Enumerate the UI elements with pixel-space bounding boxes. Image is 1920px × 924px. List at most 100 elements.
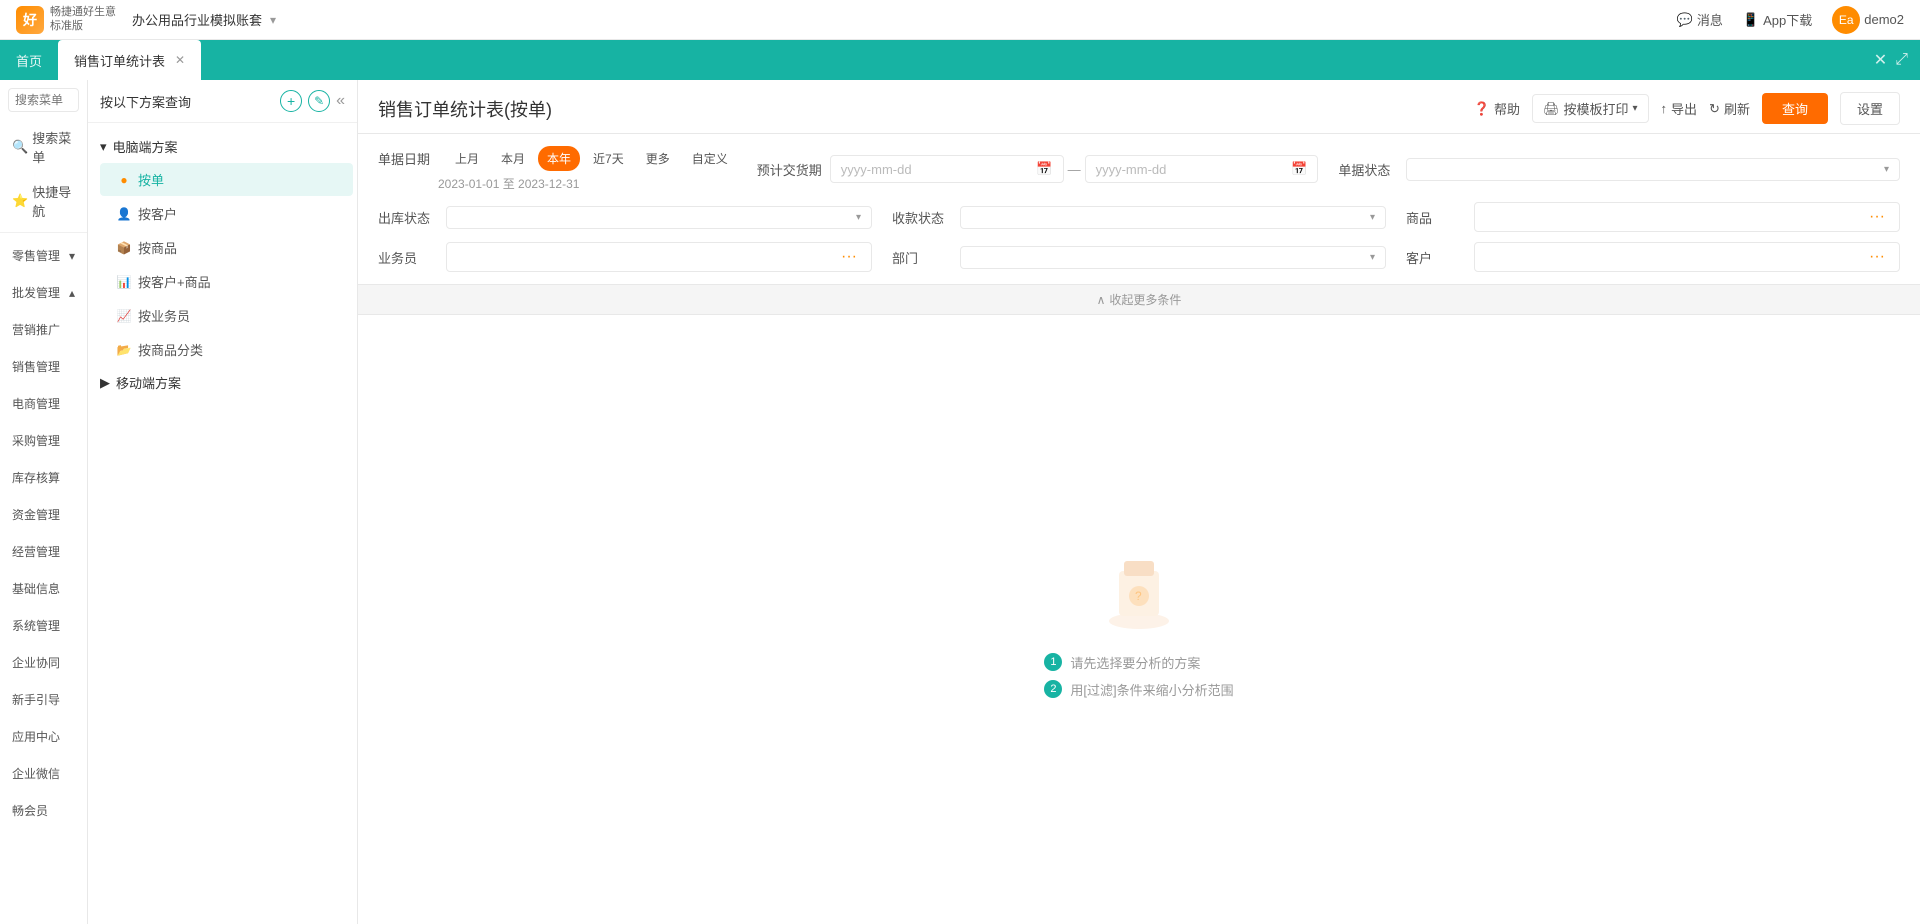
filter-status-item: 单据状态 ▾ [1338, 158, 1900, 181]
empty-hint-1: 1 请先选择要分析的方案 [1044, 653, 1233, 672]
scheme-item-by-salesman[interactable]: 📈 按业务员 [100, 299, 353, 332]
date-tab-custom[interactable]: 自定义 [683, 146, 737, 171]
scheme-section-desktop-header[interactable]: ▾ 电脑端方案 [88, 131, 357, 162]
filter-payment-status-item: 收款状态 ▾ [892, 206, 1386, 229]
payment-status-label: 收款状态 [892, 208, 952, 227]
tab-home[interactable]: 首页 [0, 40, 58, 80]
sidebar-item-wechat[interactable]: 企业微信 [0, 755, 87, 792]
tab-sales-order-stats[interactable]: 销售订单统计表 ✕ [58, 40, 201, 80]
refresh-btn[interactable]: ↻ 刷新 [1709, 99, 1750, 118]
date-tab-this-year[interactable]: 本年 [538, 146, 580, 171]
top-bar: 好 畅捷通好生意 标准版 办公用品行业模拟账套 ▾ 💬 消息 📱 App下载 E… [0, 0, 1920, 40]
tab-expand-icon[interactable]: ⤢ [1895, 51, 1908, 69]
collapse-bar[interactable]: ∧ 收起更多条件 [358, 285, 1920, 315]
scheme-section-label: 电脑端方案 [113, 137, 178, 156]
sidebar-item-wholesale[interactable]: 批发管理 ▴ [0, 274, 87, 311]
payment-status-select[interactable]: ▾ [960, 206, 1386, 229]
scheme-item-by-goods[interactable]: 📦 按商品 [100, 231, 353, 264]
message-btn[interactable]: 💬 消息 [1677, 10, 1723, 29]
help-icon: ❓ [1474, 101, 1490, 117]
page-actions: ❓ 帮助 🖨 按模板打印 ▾ ↑ 导出 ↻ [1474, 92, 1900, 125]
scheme-items-desktop: ● 按单 👤 按客户 📦 按商品 [88, 163, 357, 366]
collapse-panel-btn[interactable]: « [336, 92, 345, 110]
empty-hints: 1 请先选择要分析的方案 2 用[过滤]条件来缩小分析范围 [1044, 653, 1233, 699]
sidebar-item-system[interactable]: 系统管理 [0, 607, 87, 644]
filter-goods-item: 商品 ··· [1406, 202, 1900, 232]
scheme-item-by-customer[interactable]: 👤 按客户 [100, 197, 353, 230]
sidebar-item-purchase[interactable]: 采购管理 [0, 422, 87, 459]
sidebar-item-member[interactable]: 畅会员 [0, 792, 87, 829]
scheme-section-mobile: ▶ 移动端方案 [88, 367, 357, 398]
sidebar-item-sales[interactable]: 销售管理 [0, 348, 87, 385]
dept-select[interactable]: ▾ [960, 246, 1386, 269]
download-icon: 📱 [1743, 12, 1759, 28]
collapse-filter-btn[interactable]: ∧ 收起更多条件 [1097, 291, 1182, 308]
calendar2-icon: 📅 [1291, 161, 1307, 177]
sidebar-item-marketing[interactable]: 营销推广 [0, 311, 87, 348]
date-tab-7days[interactable]: 近7天 [584, 146, 633, 171]
status-label: 单据状态 [1338, 160, 1398, 179]
sidebar-item-search-menu[interactable]: 🔍 搜索菜单 [0, 120, 87, 174]
sidebar-item-quick-nav[interactable]: ⭐ 快捷导航 [0, 174, 87, 228]
print-template-btn[interactable]: 🖨 按模板打印 ▾ [1532, 94, 1649, 123]
sidebar-item-ecom[interactable]: 电商管理 [0, 385, 87, 422]
sidebar-item-base-info[interactable]: 基础信息 [0, 570, 87, 607]
right-content: 销售订单统计表(按单) ❓ 帮助 🖨 按模板打印 ▾ ↑ [358, 80, 1920, 924]
scheme-section-mobile-header[interactable]: ▶ 移动端方案 [88, 367, 357, 398]
goods-ellipsis-icon[interactable]: ··· [1865, 208, 1889, 226]
add-scheme-btn[interactable]: + [280, 90, 302, 112]
user-profile-btn[interactable]: Ea demo2 [1832, 6, 1904, 34]
expected-date-label: 预计交货期 [757, 160, 822, 179]
tab-close-icon[interactable]: ✕ [175, 53, 185, 67]
expected-date-start[interactable]: yyyy-mm-dd 📅 [830, 155, 1064, 183]
top-right: 💬 消息 📱 App下载 Ea demo2 [1677, 6, 1904, 34]
scheme-item-by-goods-category[interactable]: 📂 按商品分类 [100, 333, 353, 366]
expected-date-end[interactable]: yyyy-mm-dd 📅 [1085, 155, 1319, 183]
filter-customer-item: 客户 ··· [1406, 242, 1900, 272]
sidebar-item-app-center[interactable]: 应用中心 [0, 718, 87, 755]
salesman-input[interactable]: ··· [446, 242, 872, 272]
ship-status-select[interactable]: ▾ [446, 206, 872, 229]
svg-text:?: ? [1135, 589, 1142, 603]
customer-ellipsis-icon[interactable]: ··· [1865, 248, 1889, 266]
ship-status-arrow-icon: ▾ [856, 212, 861, 223]
setting-button[interactable]: 设置 [1840, 92, 1900, 125]
sidebar: 🔍 搜索菜单 ⭐ 快捷导航 零售管理 ▾ 批发管理 ▴ 营销推广 销售管理 电商… [0, 80, 88, 924]
hint-number-1: 1 [1044, 653, 1062, 671]
top-center[interactable]: 办公用品行业模拟账套 ▾ [132, 10, 1661, 29]
sidebar-item-newbie[interactable]: 新手引导 [0, 681, 87, 718]
goods-input[interactable]: ··· [1474, 202, 1900, 232]
sidebar-item-retail[interactable]: 零售管理 ▾ [0, 237, 87, 274]
scheme-item-by-order[interactable]: ● 按单 [100, 163, 353, 196]
customer-input[interactable]: ··· [1474, 242, 1900, 272]
salesman-ellipsis-icon[interactable]: ··· [837, 248, 861, 266]
salesman-icon: 📈 [116, 308, 132, 324]
help-btn[interactable]: ❓ 帮助 [1474, 99, 1520, 118]
filter-ship-status-item: 出库状态 ▾ [378, 206, 872, 229]
quick-nav-icon: ⭐ [12, 193, 28, 209]
date-tab-more[interactable]: 更多 [637, 146, 679, 171]
customer-label: 客户 [1406, 248, 1466, 267]
scheme-item-by-customer-goods[interactable]: 📊 按客户+商品 [100, 265, 353, 298]
dropdown-arrow-icon[interactable]: ▾ [270, 13, 276, 27]
ship-status-label: 出库状态 [378, 208, 438, 227]
page-header: 销售订单统计表(按单) ❓ 帮助 🖨 按模板打印 ▾ ↑ [358, 80, 1920, 134]
tab-close-window-icon[interactable]: ✕ [1874, 50, 1887, 70]
date-tab-this-month[interactable]: 本月 [492, 146, 534, 171]
export-btn[interactable]: ↑ 导出 [1661, 99, 1698, 118]
status-select[interactable]: ▾ [1406, 158, 1900, 181]
sidebar-item-inventory[interactable]: 库存核算 [0, 459, 87, 496]
sidebar-item-finance[interactable]: 资金管理 [0, 496, 87, 533]
date-range-display: 2023-01-01 至 2023-12-31 [378, 175, 579, 192]
query-button[interactable]: 查询 [1762, 93, 1828, 124]
app-download-btn[interactable]: 📱 App下载 [1743, 10, 1812, 29]
sidebar-item-corp-collab[interactable]: 企业协同 [0, 644, 87, 681]
sidebar-item-operation[interactable]: 经营管理 [0, 533, 87, 570]
date-tab-last-month[interactable]: 上月 [446, 146, 488, 171]
refresh-icon: ↻ [1709, 101, 1720, 117]
dept-label: 部门 [892, 248, 952, 267]
collapse-arrow-icon: ∧ [1097, 293, 1106, 307]
edit-scheme-btn[interactable]: ✎ [308, 90, 330, 112]
search-input[interactable] [8, 88, 79, 112]
category-icon: 📂 [116, 342, 132, 358]
